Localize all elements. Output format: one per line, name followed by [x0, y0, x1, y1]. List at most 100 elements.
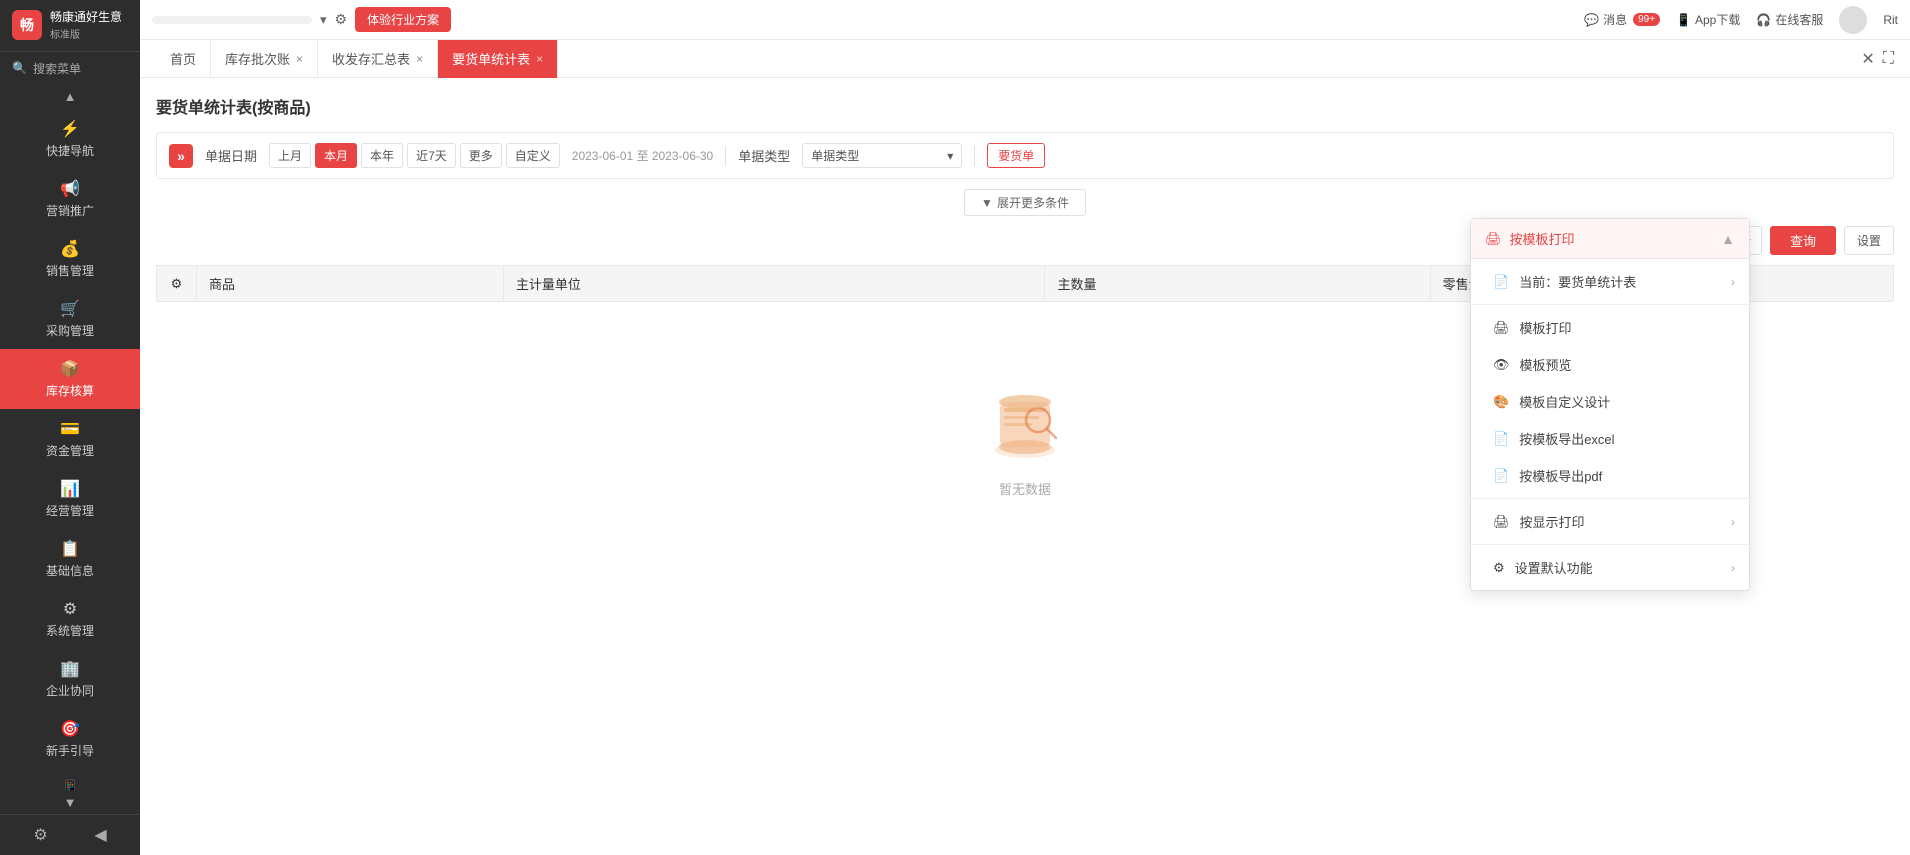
- sidebar-item-basic-info[interactable]: 📋 基础信息: [0, 529, 140, 589]
- sidebar-search-btn[interactable]: 🔍 搜索菜单: [0, 52, 140, 85]
- sidebar-item-marketing[interactable]: 📢 营销推广: [0, 169, 140, 229]
- col-unit: 主计量单位: [503, 266, 1045, 302]
- sidebar-item-operations[interactable]: 📊 经营管理: [0, 469, 140, 529]
- app-tag: 标准版: [50, 26, 122, 41]
- print-template-design-item[interactable]: 🎨 模板自定义设计: [1471, 383, 1749, 420]
- message-icon: 💬: [1584, 13, 1599, 27]
- sales-icon: 💰: [60, 239, 80, 259]
- tabbar: 首页 库存批次账 × 收发存汇总表 × 要货单统计表 × ✕ ⛶: [140, 40, 1910, 78]
- expand-more-btn[interactable]: ▼ 展开更多条件: [964, 189, 1086, 216]
- online-service-btn[interactable]: 🎧 在线客服: [1756, 11, 1823, 28]
- sidebar-item-sales[interactable]: 💰 销售管理: [0, 229, 140, 289]
- col-settings[interactable]: ⚙: [157, 266, 197, 302]
- page-area: 要货单统计表(按商品) » 单据日期 上月 本月 本年 近7天 更多 自定义 2…: [140, 78, 1910, 855]
- sidebar-nav: ⚡ 快捷导航 📢 营销推广 💰 销售管理 🛒 采购管理 📦 库存核算 💳 资金管…: [0, 109, 140, 790]
- print-display-print-item[interactable]: 🖨 按显示打印 ›: [1471, 503, 1749, 540]
- messages-badge: 99+: [1633, 13, 1660, 26]
- date-btn-more[interactable]: 更多: [460, 143, 502, 168]
- tab-order-stats[interactable]: 要货单统计表 ×: [438, 40, 558, 78]
- sidebar-scroll-up[interactable]: ▲: [0, 85, 140, 109]
- sidebar-item-system[interactable]: ⚙ 系统管理: [0, 589, 140, 649]
- tab-close-all-btn[interactable]: ✕: [1861, 49, 1874, 69]
- topbar: ▾ ⚙ 体验行业方案 💬 消息 99+ 📱 App下载 🎧 在线客服 Rit: [140, 0, 1910, 40]
- default-func-icon: ⚙: [1493, 560, 1505, 576]
- current-template-icon: 📄: [1493, 274, 1509, 290]
- sidebar-footer: ⚙ ◀: [0, 814, 140, 855]
- sidebar-item-inventory[interactable]: 📦 库存核算: [0, 349, 140, 409]
- order-type-placeholder: 单据类型: [811, 147, 859, 164]
- date-btn-last-7-days[interactable]: 近7天: [407, 143, 456, 168]
- sidebar-item-new-guide[interactable]: 🎯 新手引导: [0, 709, 140, 769]
- sidebar-item-enterprise[interactable]: 🏢 企业协同: [0, 649, 140, 709]
- date-btn-last-month[interactable]: 上月: [269, 143, 311, 168]
- print-dropdown-header[interactable]: 🖨 按模板打印 ▲: [1471, 219, 1749, 259]
- tab-home[interactable]: 首页: [156, 40, 211, 78]
- template-design-label: 模板自定义设计: [1519, 392, 1610, 411]
- sidebar-item-quick-nav[interactable]: ⚡ 快捷导航: [0, 109, 140, 169]
- tab-batch-accounts-close[interactable]: ×: [296, 52, 303, 66]
- tab-order-stats-close[interactable]: ×: [536, 52, 543, 66]
- print-export-excel-item[interactable]: 📄 按模板导出excel: [1471, 420, 1749, 457]
- print-template-preview-item[interactable]: 👁 模板预览: [1471, 346, 1749, 383]
- online-service-label: 在线客服: [1775, 11, 1823, 28]
- print-display-section: 🖨 按显示打印 ›: [1471, 499, 1749, 545]
- sidebar-logo: 畅 畅康通好生意 标准版: [0, 0, 140, 52]
- app-download-btn[interactable]: 📱 App下载: [1676, 11, 1740, 28]
- print-dropdown: 🖨 按模板打印 ▲ 📄 当前：要货单统计表 › 🖨 模板打印: [1470, 218, 1750, 591]
- messages-label: 消息: [1603, 11, 1627, 28]
- search-icon: 🔍: [12, 61, 27, 75]
- display-print-label: 按显示打印: [1520, 512, 1585, 531]
- col-goods: 商品: [197, 266, 504, 302]
- print-current-template-item[interactable]: 📄 当前：要货单统计表 ›: [1471, 263, 1749, 300]
- settings-btn[interactable]: 设置: [1844, 226, 1894, 255]
- main-content: ▾ ⚙ 体验行业方案 💬 消息 99+ 📱 App下载 🎧 在线客服 Rit 首…: [140, 0, 1910, 855]
- sidebar-item-finance[interactable]: 💳 资金管理: [0, 409, 140, 469]
- app-name-block: 畅康通好生意 标准版: [50, 10, 122, 41]
- topbar-gear-btn[interactable]: ⚙: [335, 11, 348, 28]
- sidebar-settings-btn[interactable]: ⚙: [33, 825, 47, 845]
- order-type-select[interactable]: 单据类型 ▾: [802, 143, 962, 168]
- sidebar-item-label: 基础信息: [46, 562, 94, 579]
- empty-illustration: [980, 382, 1070, 465]
- sidebar-item-label: 系统管理: [46, 622, 94, 639]
- marketing-icon: 📢: [60, 179, 80, 199]
- print-dropdown-header-left: 🖨 按模板打印: [1485, 229, 1575, 248]
- query-btn[interactable]: 查询: [1770, 226, 1836, 255]
- filter-expand-btn[interactable]: »: [169, 144, 193, 168]
- date-btn-custom[interactable]: 自定义: [506, 143, 560, 168]
- sidebar-scroll-down[interactable]: ▼: [0, 790, 140, 814]
- sidebar-collapse-btn[interactable]: ◀: [94, 825, 106, 845]
- tab-receivable-summary[interactable]: 收发存汇总表 ×: [318, 40, 438, 78]
- print-dropdown-items-section: 🖨 模板打印 👁 模板预览 🎨 模板自定义设计 📄 按模板导出excel 📄: [1471, 305, 1749, 499]
- username[interactable]: Rit: [1883, 13, 1898, 27]
- date-btn-this-year[interactable]: 本年: [361, 143, 403, 168]
- messages-btn[interactable]: 💬 消息 99+: [1584, 11, 1660, 28]
- new-guide-icon: 🎯: [60, 719, 80, 739]
- print-header-label: 按模板打印: [1510, 229, 1575, 248]
- default-func-arrow: ›: [1731, 561, 1735, 575]
- date-btn-this-month[interactable]: 本月: [315, 143, 357, 168]
- page-title: 要货单统计表(按商品): [156, 94, 1894, 118]
- sidebar-item-app-center[interactable]: 📱 应用中心: [0, 769, 140, 790]
- date-range-display: 2023-06-01 至 2023-06-30: [572, 147, 713, 164]
- template-print-icon: 🖨: [1493, 320, 1510, 336]
- goods-field-btn[interactable]: 要货单: [987, 143, 1045, 168]
- filter-bar: » 单据日期 上月 本月 本年 近7天 更多 自定义 2023-06-01 至 …: [156, 132, 1894, 179]
- download-icon: 📱: [1676, 13, 1691, 27]
- print-dropdown-close-icon[interactable]: ▲: [1721, 231, 1735, 247]
- sidebar-item-purchase[interactable]: 🛒 采购管理: [0, 289, 140, 349]
- display-print-arrow: ›: [1731, 515, 1735, 529]
- trial-btn[interactable]: 体验行业方案: [355, 7, 451, 32]
- topbar-dropdown-btn[interactable]: ▾: [320, 12, 327, 28]
- sidebar-item-label: 企业协同: [46, 682, 94, 699]
- print-template-print-item[interactable]: 🖨 模板打印: [1471, 309, 1749, 346]
- print-export-pdf-item[interactable]: 📄 按模板导出pdf: [1471, 457, 1749, 494]
- tab-maximize-btn[interactable]: ⛶: [1883, 50, 1894, 68]
- sidebar-item-label: 采购管理: [46, 322, 94, 339]
- tabbar-right-actions: ✕ ⛶: [1861, 49, 1894, 69]
- tab-receivable-summary-close[interactable]: ×: [416, 52, 423, 66]
- print-default-func-item[interactable]: ⚙ 设置默认功能 ›: [1471, 549, 1749, 586]
- user-avatar[interactable]: [1839, 6, 1867, 34]
- tab-batch-accounts-label: 库存批次账: [225, 49, 290, 68]
- tab-batch-accounts[interactable]: 库存批次账 ×: [211, 40, 318, 78]
